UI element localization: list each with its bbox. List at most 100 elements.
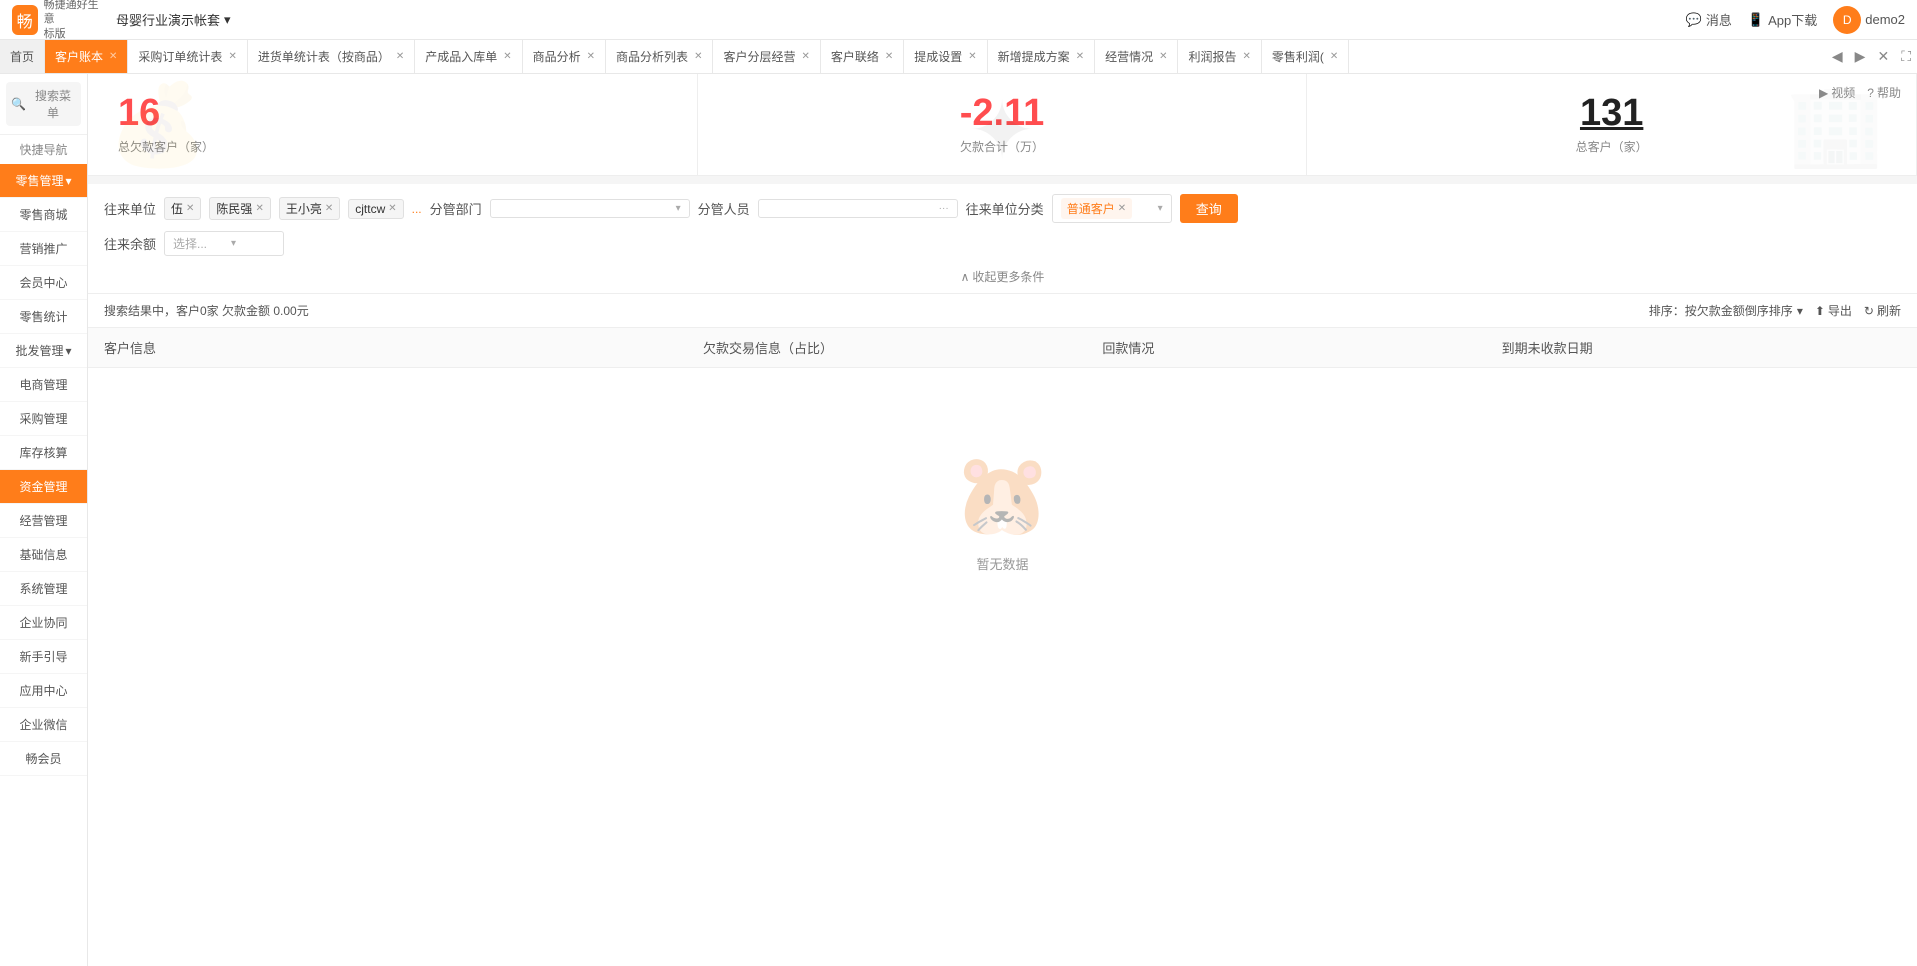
close-icon[interactable]: ✕ [801, 51, 809, 62]
sidebar-item-wholesale-mgmt[interactable]: 批发管理 ▾ [0, 334, 87, 368]
video-button[interactable]: ▶ 视频 [1819, 84, 1855, 101]
collapse-row: ∧ 收起更多条件 [104, 264, 1901, 289]
message-icon: 💬 [1686, 12, 1702, 28]
search-menu-button[interactable]: 🔍 搜索菜单 [6, 82, 81, 126]
sidebar-item-purchase-mgmt[interactable]: 采购管理 [0, 402, 87, 436]
sidebar-item-newbie-guide[interactable]: 新手引导 [0, 640, 87, 674]
tab-profit-report[interactable]: 利润报告 ✕ [1178, 40, 1261, 73]
filter-tag-t1: 伍 ✕ [164, 197, 201, 220]
balance-select[interactable]: 选择... ▾ [164, 231, 284, 256]
remove-category-tag[interactable]: ✕ [1118, 203, 1126, 214]
user-menu[interactable]: D demo2 [1833, 6, 1905, 34]
empty-text: 暂无数据 [976, 554, 1028, 573]
tab-prompt-settings[interactable]: 提成设置 ✕ [904, 40, 987, 73]
message-button[interactable]: 💬 消息 [1686, 10, 1732, 29]
remove-tag-t1[interactable]: ✕ [186, 203, 194, 214]
filter-tag-t4: cjttcw ✕ [348, 199, 403, 219]
remove-tag-t2[interactable]: ✕ [255, 203, 263, 214]
stat-card-customers: 💰 16 总欠款客户（家） [88, 74, 698, 175]
sort-selector[interactable]: 排序：按欠款金额倒序排序 ▾ [1649, 302, 1803, 319]
main-layout: 🔍 搜索菜单 快捷导航 零售管理 ▾ 零售商城 营销推广 会员中心 零售统计 批… [0, 74, 1917, 966]
help-button[interactable]: ? 帮助 [1867, 84, 1901, 101]
avatar: D [1833, 6, 1861, 34]
close-icon[interactable]: ✕ [1243, 51, 1251, 62]
tab-purchase-order[interactable]: 采购订单统计表 ✕ [128, 40, 247, 73]
close-icon[interactable]: ✕ [1330, 51, 1338, 62]
remove-tag-t4[interactable]: ✕ [388, 203, 396, 214]
chevron-down-icon: ▾ [1797, 304, 1803, 318]
refresh-button[interactable]: ↻ 刷新 [1864, 302, 1901, 319]
tab-prev-button[interactable]: ◀ [1826, 48, 1849, 65]
sidebar-item-app-center[interactable]: 应用中心 [0, 674, 87, 708]
col-debt-info: 欠款交易信息（占比） [703, 338, 1102, 357]
tab-customer-layer[interactable]: 客户分层经营 ✕ [713, 40, 820, 73]
filter-row-1: 往来单位 伍 ✕ 陈民强 ✕ 王小亮 ✕ cjttcw ✕ ... [104, 194, 1901, 223]
sidebar-item-operation-mgmt[interactable]: 经营管理 [0, 504, 87, 538]
dept-label: 分管部门 [430, 199, 482, 218]
query-button[interactable]: 查询 [1180, 194, 1238, 223]
tab-home[interactable]: 首页 [0, 40, 45, 73]
top-bar-left: 畅 畅捷通好生意 标版 母婴行业演示帐套 ▾ [12, 0, 239, 41]
help-area: ▶ 视频 ? 帮助 [1819, 84, 1901, 101]
tab-close-all-button[interactable]: ✕ [1871, 48, 1895, 65]
chevron-down-icon: ▾ [65, 174, 71, 188]
tab-customer-link[interactable]: 客户联络 ✕ [821, 40, 904, 73]
close-icon[interactable]: ✕ [396, 51, 404, 62]
tab-bar: 首页 客户账本 ✕ 采购订单统计表 ✕ 进货单统计表（按商品） ✕ 产成品入库单… [0, 40, 1917, 74]
sidebar-item-retail-stats[interactable]: 零售统计 [0, 300, 87, 334]
download-icon: 📱 [1748, 12, 1764, 28]
close-icon[interactable]: ✕ [694, 51, 702, 62]
category-select[interactable]: 普通客户 ✕ ▾ [1052, 194, 1172, 223]
more-icon: ··· [939, 203, 949, 214]
col-repayment: 回款情况 [1102, 338, 1501, 357]
close-icon[interactable]: ✕ [1076, 51, 1084, 62]
export-button[interactable]: ⬆ 导出 [1815, 302, 1852, 319]
sidebar-item-inventory-check[interactable]: 库存核算 [0, 436, 87, 470]
stat-number-total: 131 [1580, 94, 1643, 132]
remove-tag-t3[interactable]: ✕ [325, 203, 333, 214]
close-icon[interactable]: ✕ [587, 51, 595, 62]
person-select[interactable]: ··· [758, 199, 958, 218]
sidebar-quick-nav[interactable]: 快捷导航 [0, 135, 87, 164]
empty-illustration: 🐹 [953, 448, 1053, 542]
result-bar: 搜索结果中，客户0家 欠款金额 0.00元 排序：按欠款金额倒序排序 ▾ ⬆ 导… [88, 293, 1917, 328]
tab-new-prompt[interactable]: 新增提成方案 ✕ [988, 40, 1095, 73]
collapse-button[interactable]: ∧ 收起更多条件 [961, 268, 1045, 285]
sidebar-item-ecom-mgmt[interactable]: 电商管理 [0, 368, 87, 402]
sidebar-item-super-member[interactable]: 畅会员 [0, 742, 87, 776]
close-icon[interactable]: ✕ [885, 51, 893, 62]
sidebar-item-retail-mall[interactable]: 零售商城 [0, 198, 87, 232]
close-icon[interactable]: ✕ [1159, 51, 1167, 62]
logo-text: 畅捷通好生意 标版 [44, 0, 100, 41]
logo-icon: 畅 [12, 5, 38, 35]
tab-fullscreen-button[interactable]: ⛶ [1895, 48, 1917, 65]
sidebar-item-marketing[interactable]: 营销推广 [0, 232, 87, 266]
close-icon[interactable]: ✕ [503, 51, 511, 62]
tab-product-stock[interactable]: 产成品入库单 ✕ [415, 40, 522, 73]
app-download-button[interactable]: 📱 App下载 [1748, 10, 1817, 29]
sidebar-item-enterprise-wechat[interactable]: 企业微信 [0, 708, 87, 742]
close-icon[interactable]: ✕ [228, 51, 236, 62]
tab-goods-analysis[interactable]: 商品分析 ✕ [523, 40, 606, 73]
tab-customer-account[interactable]: 客户账本 ✕ [45, 40, 128, 73]
sidebar-item-retail-mgmt[interactable]: 零售管理 ▾ [0, 164, 87, 198]
tab-goods-analysis-list[interactable]: 商品分析列表 ✕ [606, 40, 713, 73]
tab-next-button[interactable]: ▶ [1849, 48, 1872, 65]
sidebar-item-member-center[interactable]: 会员中心 [0, 266, 87, 300]
filter-bar: 往来单位 伍 ✕ 陈民强 ✕ 王小亮 ✕ cjttcw ✕ ... [88, 184, 1917, 293]
chevron-down-icon: ▾ [224, 12, 231, 28]
tab-business-status[interactable]: 经营情况 ✕ [1095, 40, 1178, 73]
store-selector[interactable]: 母婴行业演示帐套 ▾ [108, 10, 239, 29]
filter-row-2: 往来余额 选择... ▾ [104, 231, 1901, 256]
close-icon[interactable]: ✕ [109, 51, 117, 62]
more-tags-button[interactable]: ... [412, 202, 422, 216]
sidebar-item-finance-mgmt[interactable]: 资金管理 [0, 470, 87, 504]
tab-retail-profit[interactable]: 零售利润( ✕ [1262, 40, 1349, 73]
tab-purchase-stats[interactable]: 进货单统计表（按商品） ✕ [248, 40, 415, 73]
dept-select[interactable]: ▾ [490, 199, 690, 218]
sidebar-item-enterprise-collab[interactable]: 企业协同 [0, 606, 87, 640]
sidebar-item-basic-info[interactable]: 基础信息 [0, 538, 87, 572]
sidebar-item-system-mgmt[interactable]: 系统管理 [0, 572, 87, 606]
top-bar-right: 💬 消息 📱 App下载 D demo2 [1686, 6, 1905, 34]
close-icon[interactable]: ✕ [968, 51, 976, 62]
